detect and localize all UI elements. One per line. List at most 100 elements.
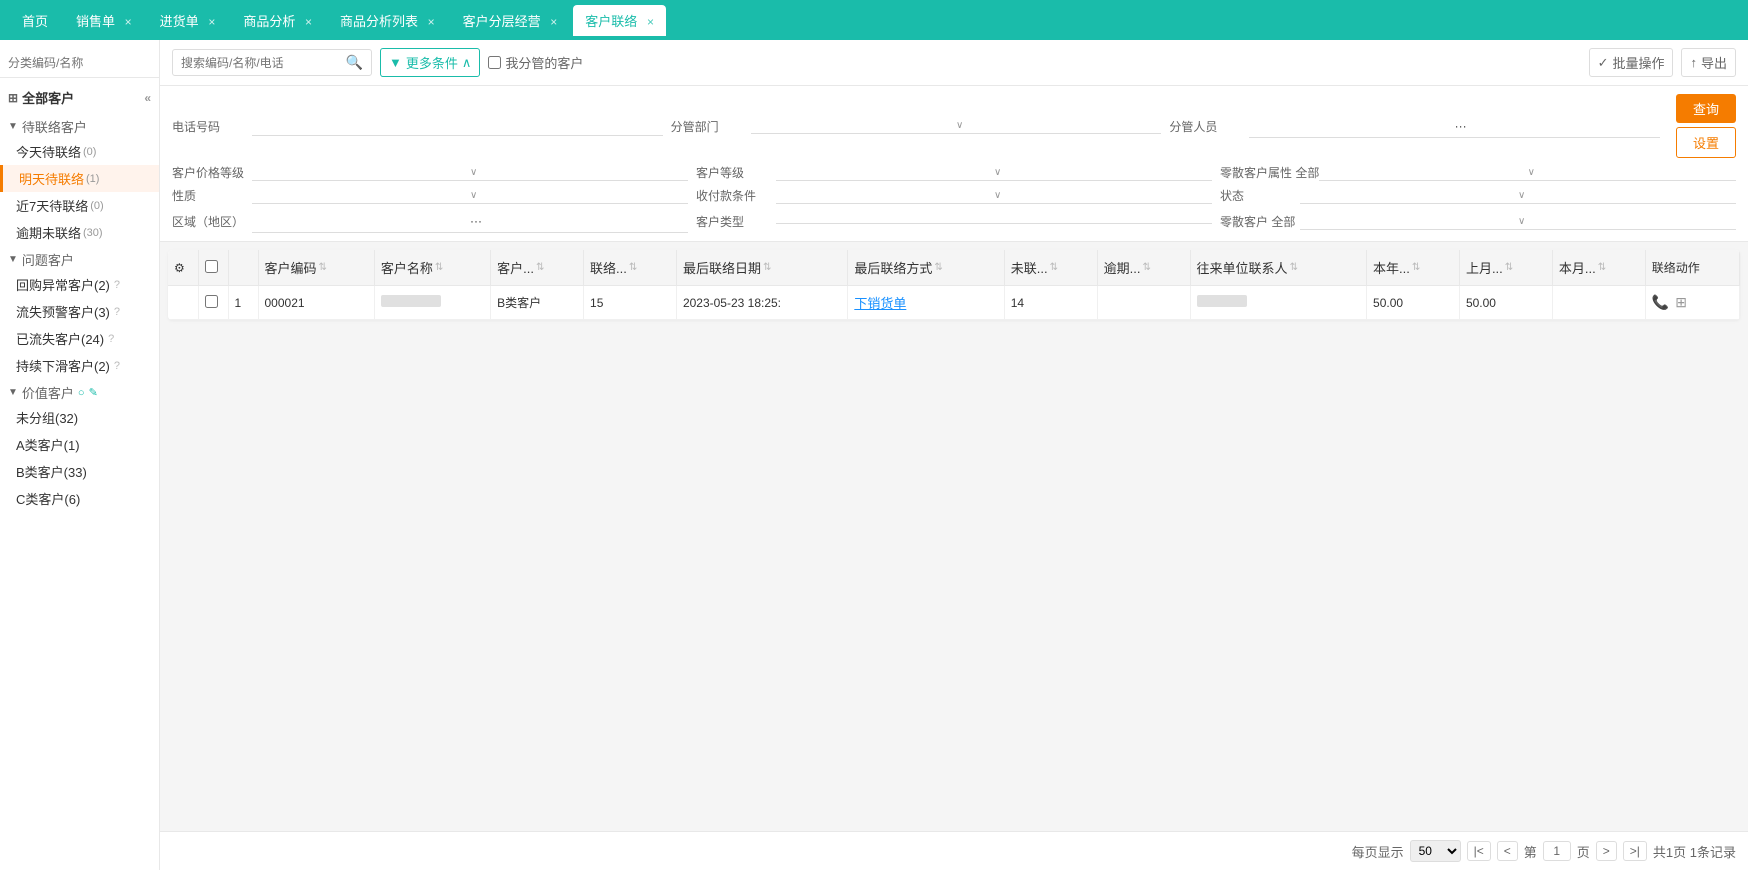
phone-icon[interactable]: 📞 [1652,294,1669,311]
sort-icon-contacts[interactable]: ⇅ [1290,262,1298,273]
more-conditions-button[interactable]: ▼ 更多条件 ∧ [380,48,480,77]
first-page-button[interactable]: |< [1467,841,1491,861]
export-button[interactable]: ↑ 导出 [1681,48,1736,77]
td-not-contact: 14 [1004,286,1097,320]
sidebar-group-problem[interactable]: ▼ 问题客户 [0,246,159,271]
filter-price-level-label: 客户价格等级 [172,164,252,181]
sort-icon-type[interactable]: ⇅ [536,262,544,273]
search-icon[interactable]: 🔍 [346,54,363,71]
sidebar-item-declining[interactable]: 持续下滑客户(2) ? [0,352,159,379]
sidebar-item-ungrouped[interactable]: 未分组(32) [0,404,159,431]
grid-action-icon[interactable]: ⊞ [1675,294,1687,311]
select-all-checkbox[interactable] [205,260,218,273]
sidebar-item-overdue[interactable]: 逾期未联络 (30) [0,219,159,246]
sort-icon-last-month[interactable]: ⇅ [1505,262,1513,273]
row-checkbox[interactable] [205,295,218,308]
sort-icon-name[interactable]: ⇅ [435,262,443,273]
sort-icon-last-method[interactable]: ⇅ [934,262,942,273]
sidebar-item-b-class[interactable]: B类客户(33) [0,458,159,485]
sidebar-item-tomorrow[interactable]: 明天待联络 (1) [0,165,159,192]
filter-region-dots[interactable]: ··· [468,212,684,230]
chevron-down-icon-8: ∨ [1518,216,1732,227]
sidebar-all-section: ⊞ 全部客户 « [0,78,159,113]
sidebar-search-input[interactable] [8,56,160,70]
filter-price-level-select[interactable]: ∨ [252,165,688,181]
table-header-row: ⚙ 客户编码⇅ 客户名称⇅ 客户...⇅ 联络...⇅ [168,250,1740,286]
sort-icon-overdue[interactable]: ⇅ [1142,262,1150,273]
arrow-icon-problem: ▼ [8,254,18,265]
sort-icon-last-date[interactable]: ⇅ [763,262,771,273]
collapse-icon[interactable]: « [144,91,151,105]
filter-customer-level-select[interactable]: ∨ [776,165,1212,181]
filter-retail-customer-select[interactable]: ∨ [1300,214,1736,230]
set-button[interactable]: 设置 [1676,127,1736,158]
prev-page-button[interactable]: < [1497,841,1518,861]
close-icon-4[interactable]: × [550,15,557,29]
filter-customer-type-label: 客户类型 [696,213,776,230]
sort-icon-not-contact[interactable]: ⇅ [1050,262,1058,273]
sort-icon-code[interactable]: ⇅ [319,262,327,273]
batch-op-button[interactable]: ✓ 批量操作 [1589,48,1674,77]
nav-tab-4[interactable]: 客户分层经营 × [451,5,570,36]
filter-region-select[interactable]: ··· [252,210,688,233]
filter-nature-select[interactable]: ∨ [252,188,688,204]
action-cell: 📞 ⊞ [1652,294,1733,311]
filter-retail-attr: 零散客户属性 全部 ∨ [1220,164,1736,181]
search-bar: 🔍 ▼ 更多条件 ∧ 我分管的客户 ✓ 批量操作 ↑ 导出 [160,40,1748,86]
filter-phone-input[interactable] [252,117,663,136]
close-icon-1[interactable]: × [208,15,215,29]
search-input[interactable] [181,56,346,70]
close-icon-0[interactable]: × [125,15,132,29]
sidebar-item-churned[interactable]: 已流失客户(24) ? [0,325,159,352]
per-page-select[interactable]: 50 100 200 [1410,840,1461,862]
sort-icon-this-month[interactable]: ⇅ [1598,262,1606,273]
filter-phone: 电话号码 [172,117,663,136]
filter-manager-dots[interactable]: ··· [1453,117,1656,135]
sidebar-item-repurchase-abnormal[interactable]: 回购异常客户(2) ? [0,271,159,298]
filter-dept: 分管部门 ∨ [671,118,1162,135]
last-method-link[interactable]: 下销货单 [854,296,906,311]
sidebar-item-a-class[interactable]: A类客户(1) [0,431,159,458]
th-this-year: 本年...⇅ [1367,250,1460,286]
nav-tab-0[interactable]: 销售单 × [64,5,144,36]
sidebar-group-value[interactable]: ▼ 价值客户 ○ ✎ [0,379,159,404]
filter-payment-select[interactable]: ∨ [776,188,1212,204]
filter-customer-type-select[interactable] [776,219,1212,224]
th-gear[interactable]: ⚙ [168,250,198,286]
nav-tab-2[interactable]: 商品分析 × [231,5,324,36]
close-icon-2[interactable]: × [305,15,312,29]
sidebar-item-today[interactable]: 今天待联络 (0) [0,138,159,165]
nav-home[interactable]: 首页 [10,5,60,36]
th-this-month: 本月...⇅ [1552,250,1645,286]
close-icon-3[interactable]: × [428,15,435,29]
query-button[interactable]: 查询 [1676,94,1736,123]
filter-manager-select[interactable]: ··· [1249,115,1660,138]
sidebar-all-customers[interactable]: ⊞ 全部客户 « [8,84,151,111]
sidebar-group-pending[interactable]: ▼ 待联络客户 [0,113,159,138]
sidebar-item-c-class[interactable]: C类客户(6) [0,485,159,512]
close-icon-5[interactable]: × [647,15,654,29]
filter-dept-select[interactable]: ∨ [751,118,1162,134]
td-num: 1 [228,286,258,320]
filter-status-select[interactable]: ∨ [1300,188,1736,204]
filter-retail-customer: 零散客户 全部 ∨ [1220,213,1736,230]
sidebar-item-churn-warning[interactable]: 流失预警客户(3) ? [0,298,159,325]
th-unit-contacts: 往来单位联系人⇅ [1190,250,1366,286]
td-type: B类客户 [491,286,584,320]
filter-phone-label: 电话号码 [172,118,252,135]
filter-retail-attr-select[interactable]: ∨ [1319,165,1736,181]
nav-tab-3[interactable]: 商品分析列表 × [328,5,447,36]
sort-icon-this-year[interactable]: ⇅ [1412,262,1420,273]
last-page-button[interactable]: >| [1623,841,1647,861]
name-blur [381,295,441,307]
my-customers-checkbox[interactable] [488,56,501,69]
td-last-method[interactable]: 下销货单 [848,286,1004,320]
sidebar-item-7days[interactable]: 近7天待联络 (0) [0,192,159,219]
nav-tab-1[interactable]: 进货单 × [148,5,228,36]
arrow-icon-value: ▼ [8,387,18,398]
sort-icon-contact[interactable]: ⇅ [629,262,637,273]
nav-tab-5[interactable]: 客户联络 × [573,5,666,36]
next-page-button[interactable]: > [1596,841,1617,861]
my-customers-checkbox-wrap: 我分管的客户 [488,53,583,72]
filter-retail-attr-label: 零散客户属性 全部 [1220,164,1319,181]
